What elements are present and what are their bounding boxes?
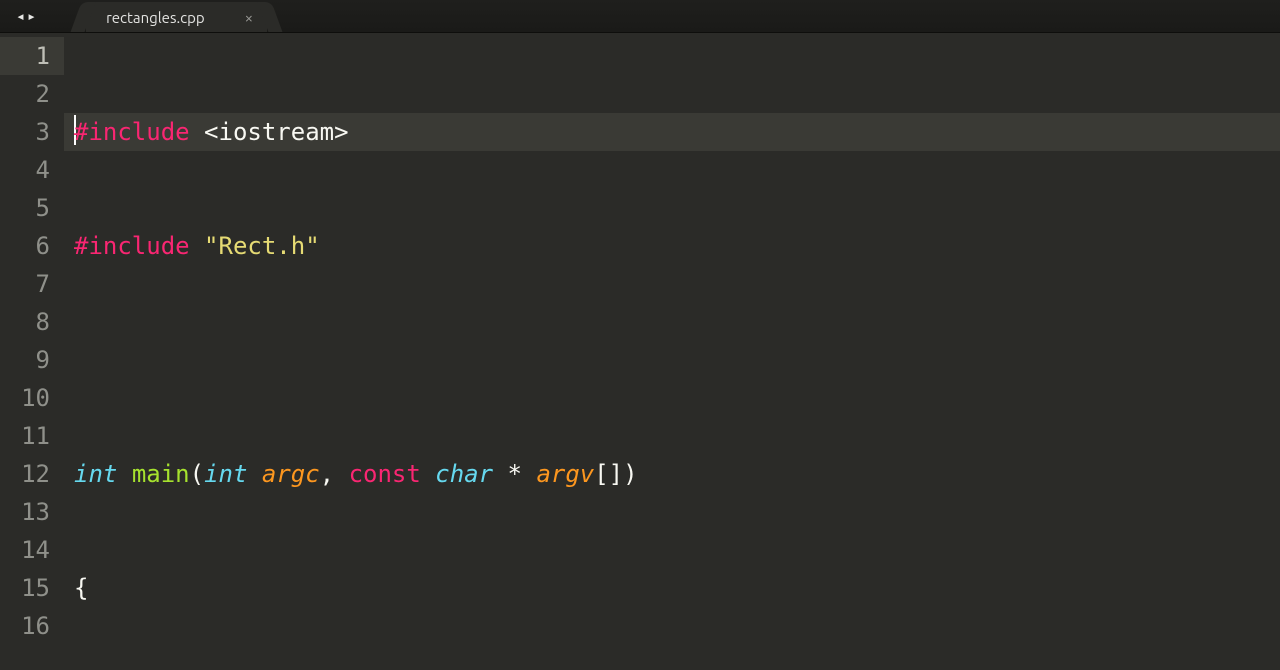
nav-forward-icon[interactable]: ▸ — [27, 9, 36, 24]
line-number: 14 — [0, 531, 64, 569]
line-number: 15 — [0, 569, 64, 607]
nav-arrows: ◂ ▸ — [10, 4, 46, 32]
code-area[interactable]: #include <iostream> #include "Rect.h" in… — [64, 33, 1280, 670]
line-number: 8 — [0, 303, 64, 341]
code-line — [64, 341, 1280, 379]
line-number: 10 — [0, 379, 64, 417]
line-number: 1 — [0, 37, 64, 75]
nav-back-icon[interactable]: ◂ — [16, 9, 25, 24]
line-number: 6 — [0, 227, 64, 265]
line-number: 5 — [0, 189, 64, 227]
tab-filename: rectangles.cpp — [106, 9, 205, 26]
code-line: { — [64, 569, 1280, 607]
line-number: 3 — [0, 113, 64, 151]
line-number: 12 — [0, 455, 64, 493]
line-number: 9 — [0, 341, 64, 379]
line-number: 11 — [0, 417, 64, 455]
line-number: 7 — [0, 265, 64, 303]
code-line: int main(int argc, const char * argv[]) — [64, 455, 1280, 493]
editor: 12345678910111213141516 #include <iostre… — [0, 33, 1280, 670]
file-tab[interactable]: rectangles.cpp × — [86, 2, 267, 32]
close-icon[interactable]: × — [245, 9, 253, 26]
line-number: 2 — [0, 75, 64, 113]
line-number: 16 — [0, 607, 64, 645]
line-number-gutter: 12345678910111213141516 — [0, 33, 64, 670]
tab-bar: ◂ ▸ rectangles.cpp × — [0, 0, 1280, 33]
line-number: 13 — [0, 493, 64, 531]
code-line: #include "Rect.h" — [64, 227, 1280, 265]
code-line: #include <iostream> — [64, 113, 1280, 151]
line-number: 4 — [0, 151, 64, 189]
